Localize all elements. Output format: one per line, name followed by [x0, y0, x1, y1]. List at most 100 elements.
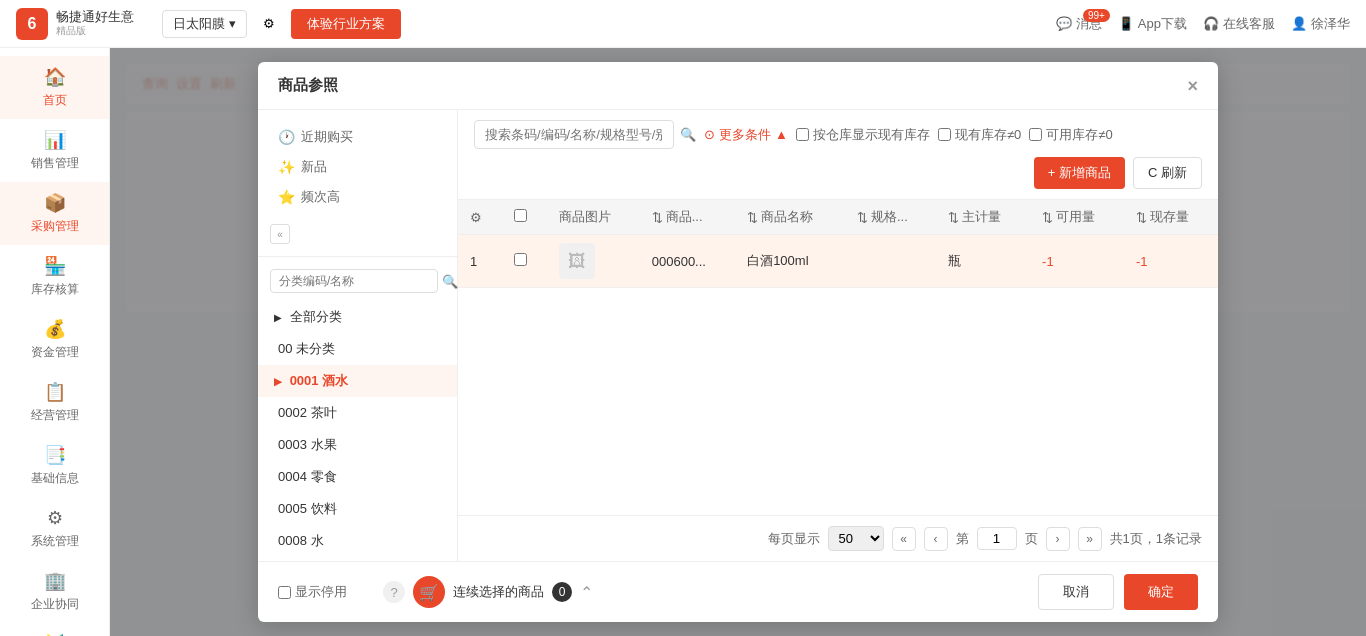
category-search-icon[interactable]: 🔍	[442, 274, 458, 289]
row-name: 白酒100ml	[735, 235, 845, 288]
nav-label: 新品	[301, 158, 327, 176]
table-row[interactable]: 1 🖼	[458, 235, 1218, 288]
sidebar-item-inventory[interactable]: 🏪 库存核算	[0, 245, 109, 308]
category-tea[interactable]: 0002 茶叶	[258, 397, 457, 429]
per-page-label: 每页显示	[768, 530, 820, 548]
col-available[interactable]: ⇅ 可用量	[1030, 200, 1124, 235]
top-nav: 6 畅捷通好生意 精品版 日太阳膜 ▾ ⚙ 体验行业方案 💬 消息 99+ 📱 …	[0, 0, 1366, 48]
collapse-footer-btn[interactable]: ⌃	[580, 583, 593, 602]
arrow-icon: ▶	[274, 376, 282, 387]
sidebar-item-operations[interactable]: 📋 经营管理	[0, 371, 109, 434]
page-unit: 页	[1025, 530, 1038, 548]
category-uncategorized[interactable]: 00 未分类	[258, 333, 457, 365]
sidebar-item-finance[interactable]: 💰 资金管理	[0, 308, 109, 371]
row-checkbox[interactable]	[514, 253, 527, 266]
settings-icon[interactable]: ⚙	[259, 14, 279, 34]
available-checkbox[interactable]	[1029, 128, 1042, 141]
select-all-checkbox[interactable]	[514, 209, 527, 222]
cart-icon: 🛒	[419, 583, 439, 602]
col-stock[interactable]: ⇅ 现存量	[1124, 200, 1218, 235]
col-name[interactable]: ⇅ 商品名称	[735, 200, 845, 235]
sidebar-item-home[interactable]: 🏠 首页	[0, 56, 109, 119]
category-beverage[interactable]: 0005 饮料	[258, 493, 457, 525]
sort-icon: ⇅	[652, 210, 663, 225]
category-fruit[interactable]: 0003 水果	[258, 429, 457, 461]
sidebar-item-label: 系统管理	[31, 533, 79, 550]
sort-icon: ⇅	[747, 210, 758, 225]
first-page-btn[interactable]: «	[892, 527, 916, 551]
store-selector[interactable]: 日太阳膜 ▾	[162, 10, 247, 38]
message-btn[interactable]: 💬 消息 99+	[1056, 15, 1102, 33]
nav-recent-purchase[interactable]: 🕐 近期购买	[270, 122, 445, 152]
sidebar-item-purchase[interactable]: 📦 采购管理	[0, 182, 109, 245]
display-disabled-checkbox[interactable]: 显示停用	[278, 583, 347, 601]
confirm-btn[interactable]: 确定	[1124, 574, 1198, 610]
filter-btn[interactable]: ⊙ 更多条件 ▲	[704, 126, 788, 144]
user-avatar[interactable]: 👤 徐泽华	[1291, 15, 1350, 33]
table-head: ⚙ 商品图片	[458, 200, 1218, 235]
product-table: ⚙ 商品图片	[458, 200, 1218, 288]
left-panel: 🕐 近期购买 ✨ 新品 ⭐ 频次高	[258, 110, 458, 561]
sidebar-item-enterprise[interactable]: 🏢 企业协同	[0, 560, 109, 623]
home-icon: 🏠	[44, 66, 66, 88]
purchase-icon: 📦	[44, 192, 66, 214]
app-download-btn[interactable]: 📱 App下载	[1118, 15, 1187, 33]
sidebar-item-basic-info[interactable]: 📑 基础信息	[0, 434, 109, 497]
cart-btn[interactable]: 🛒	[413, 576, 445, 608]
divider	[258, 256, 457, 257]
product-search-input[interactable]	[474, 120, 674, 149]
inventory-icon: 🏪	[44, 255, 66, 277]
page-input[interactable]	[977, 527, 1017, 550]
collapse-panel-btn[interactable]: «	[270, 224, 290, 244]
refresh-btn[interactable]: C 刷新	[1133, 157, 1202, 189]
checkbox-warehouse[interactable]: 按仓库显示现有库存	[796, 126, 930, 144]
help-btn[interactable]: ?	[383, 581, 405, 603]
disabled-checkbox[interactable]	[278, 586, 291, 599]
add-product-btn[interactable]: + 新增商品	[1034, 157, 1125, 189]
modal-header: 商品参照 ×	[258, 62, 1218, 110]
next-page-btn[interactable]: ›	[1046, 527, 1070, 551]
row-available: -1	[1030, 235, 1124, 288]
industry-btn[interactable]: 体验行业方案	[291, 9, 401, 39]
product-reference-modal: 商品参照 × 🕐 近期购买 ✨	[258, 62, 1218, 622]
search-icon[interactable]: 🔍	[680, 127, 696, 142]
sales-icon: 📊	[44, 129, 66, 151]
recent-icon: 🕐	[278, 129, 295, 145]
sidebar-item-label: 销售管理	[31, 155, 79, 172]
pagination: 每页显示 50 20 100 « ‹ 第 页 ›	[458, 515, 1218, 561]
logo-icon: 6	[16, 8, 48, 40]
sidebar-item-label: 经营管理	[31, 407, 79, 424]
nav-new-products[interactable]: ✨ 新品	[270, 152, 445, 182]
product-toolbar: 🔍 ⊙ 更多条件 ▲ 按仓库显示现有库存	[458, 110, 1218, 200]
checkbox-stock[interactable]: 现有库存≠0	[938, 126, 1021, 144]
col-code[interactable]: ⇅ 商品...	[640, 200, 735, 235]
sidebar-item-label: 首页	[43, 92, 67, 109]
checkbox-available[interactable]: 可用库存≠0	[1029, 126, 1112, 144]
modal-overlay: 商品参照 × 🕐 近期购买 ✨	[110, 48, 1366, 636]
prev-page-btn[interactable]: ‹	[924, 527, 948, 551]
col-spec[interactable]: ⇅ 规格...	[845, 200, 936, 235]
warehouse-checkbox[interactable]	[796, 128, 809, 141]
col-settings[interactable]: ⚙	[458, 200, 502, 235]
modal-close-btn[interactable]: ×	[1187, 77, 1198, 95]
category-search-input[interactable]	[270, 269, 438, 293]
sidebar-item-label: 采购管理	[31, 218, 79, 235]
settings-col-icon: ⚙	[470, 210, 482, 225]
category-liquor[interactable]: ▶ 0001 酒水	[258, 365, 457, 397]
per-page-select[interactable]: 50 20 100	[828, 526, 884, 551]
right-panel: 🔍 ⊙ 更多条件 ▲ 按仓库显示现有库存	[458, 110, 1218, 561]
sidebar-item-sales[interactable]: 📊 销售管理	[0, 119, 109, 182]
category-all[interactable]: ▶ 全部分类	[258, 301, 457, 333]
category-snack[interactable]: 0004 零食	[258, 461, 457, 493]
enterprise-icon: 🏢	[44, 570, 66, 592]
col-unit[interactable]: ⇅ 主计量	[936, 200, 1030, 235]
online-service-btn[interactable]: 🎧 在线客服	[1203, 15, 1275, 33]
sidebar-item-system[interactable]: ⚙ 系统管理	[0, 497, 109, 560]
category-water[interactable]: 0008 水	[258, 525, 457, 549]
cancel-btn[interactable]: 取消	[1038, 574, 1114, 610]
sidebar-item-guide[interactable]: 🔰 新手引导	[0, 623, 109, 636]
last-page-btn[interactable]: »	[1078, 527, 1102, 551]
toolbar-right: + 新增商品 C 刷新	[1034, 157, 1202, 189]
stock-checkbox[interactable]	[938, 128, 951, 141]
nav-frequent[interactable]: ⭐ 频次高	[270, 182, 445, 212]
